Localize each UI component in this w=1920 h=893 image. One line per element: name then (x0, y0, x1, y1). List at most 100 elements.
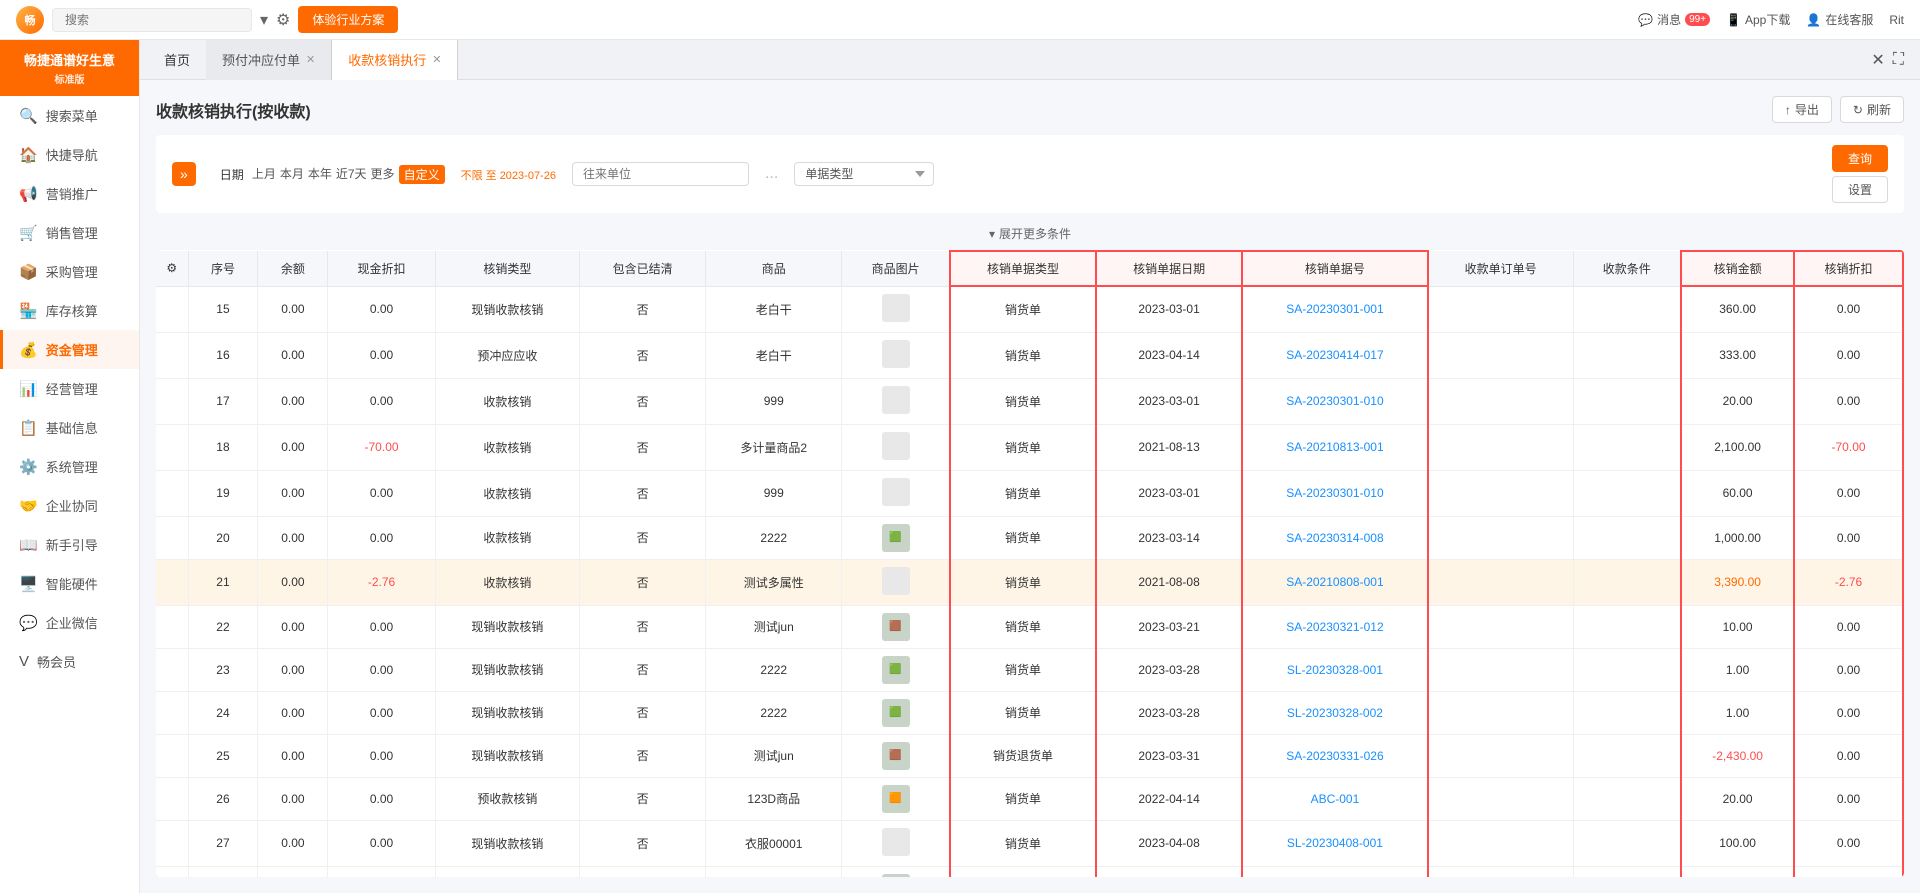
goods-image: 🟩 (882, 874, 910, 878)
bill-no-link[interactable]: SA-20230414-017 (1286, 348, 1383, 362)
td-no: 16 (188, 332, 258, 378)
td-bill-date: 2021-08-13 (1096, 424, 1242, 470)
td-included: 否 (580, 378, 706, 424)
filter-billtype-select[interactable]: 单据类型 (794, 162, 934, 186)
sidebar-item-label: 智能硬件 (46, 574, 98, 593)
tab-bar-actions: ✕ ⛶ (1871, 50, 1912, 70)
sidebar-item-vip[interactable]: V 畅会员 (0, 642, 139, 681)
sidebar-item-basic[interactable]: 📋 基础信息 (0, 408, 139, 447)
bill-no-link[interactable]: SL-20230408-001 (1287, 836, 1383, 850)
filter-date-this-month[interactable]: 本月 (280, 165, 304, 184)
th-bill-date: 核销单据日期 (1096, 251, 1242, 286)
solution-button[interactable]: 体验行业方案 (298, 6, 398, 33)
tab-receive-close[interactable]: ✕ (432, 53, 441, 66)
td-receipt-condition (1573, 734, 1681, 777)
bill-no-link[interactable]: SA-20210813-001 (1286, 440, 1383, 454)
filter-date-more[interactable]: 更多 (371, 165, 395, 184)
sidebar-item-finance[interactable]: 💰 资金管理 (0, 330, 139, 369)
expand-window-button[interactable]: ⛶ (1893, 50, 1904, 70)
td-bill-type: 销货单 (950, 691, 1096, 734)
sidebar-item-inventory[interactable]: 🏪 库存核算 (0, 291, 139, 330)
tab-prepay[interactable]: 预付冲应付单 ✕ (206, 40, 332, 80)
sidebar-item-label: 库存核算 (46, 301, 98, 320)
sidebar-item-enterprise[interactable]: 🤝 企业协同 (0, 486, 139, 525)
sidebar-item-label: 资金管理 (46, 340, 98, 359)
bill-no-link[interactable]: SA-20230331-026 (1286, 749, 1383, 763)
sidebar-item-wechat[interactable]: 💬 企业微信 (0, 603, 139, 642)
tab-home[interactable]: 首页 (148, 40, 206, 80)
bill-no-link[interactable]: SA-20230301-010 (1286, 394, 1383, 408)
online-service-button[interactable]: 👤 在线客服 (1806, 11, 1873, 28)
td-bill-date: 2023-04-18 (1096, 866, 1242, 877)
th-settings[interactable]: ⚙ (156, 251, 188, 286)
sidebar-item-purchase[interactable]: 📦 采购管理 (0, 252, 139, 291)
filter-date-this-year[interactable]: 本年 (308, 165, 332, 184)
search-input[interactable] (52, 8, 252, 32)
bill-no-link[interactable]: SA-20230321-012 (1286, 620, 1383, 634)
filter-unit-input[interactable] (572, 162, 749, 186)
filter-date-last-month[interactable]: 上月 (252, 165, 276, 184)
refresh-button[interactable]: ↻ 刷新 (1840, 96, 1904, 123)
td-included: 否 (580, 332, 706, 378)
td-bill-date: 2023-03-31 (1096, 734, 1242, 777)
export-icon: ↑ (1785, 103, 1791, 117)
close-all-tabs-button[interactable]: ✕ (1871, 50, 1884, 70)
sidebar-item-guide[interactable]: 📖 新手引导 (0, 525, 139, 564)
sidebar-item-hardware[interactable]: 🖥️ 智能硬件 (0, 564, 139, 603)
td-writeoff-amount: 20.00 (1681, 777, 1794, 820)
td-included: 否 (580, 648, 706, 691)
goods-image: 🟩 (882, 656, 910, 684)
chevron-down-icon: ▾ (989, 227, 995, 241)
bill-no-link[interactable]: SA-20230301-001 (1286, 302, 1383, 316)
export-button[interactable]: ↑ 导出 (1772, 96, 1832, 123)
td-writeoff-amount: 1.00 (1681, 648, 1794, 691)
enterprise-icon: 🤝 (19, 497, 38, 515)
table-row: 25 0.00 0.00 现销收款核销 否 测试jun 🟫 销货退货单 2023… (156, 734, 1903, 777)
tab-prepay-close[interactable]: ✕ (306, 53, 315, 66)
td-no: 24 (188, 691, 258, 734)
td-receipt-order-no (1428, 866, 1573, 877)
bill-no-link[interactable]: SA-20210808-001 (1286, 575, 1383, 589)
sidebar-item-label: 快捷导航 (46, 145, 98, 164)
td-settings (156, 378, 188, 424)
user-name[interactable]: Rit (1889, 13, 1904, 27)
td-bill-no: SA-20230301-010 (1242, 470, 1428, 516)
td-no: 23 (188, 648, 258, 691)
td-receipt-condition (1573, 286, 1681, 332)
message-button[interactable]: 💬 消息 99+ (1638, 11, 1710, 28)
bill-no-link[interactable]: SA-20230301-010 (1286, 486, 1383, 500)
td-goods-img: 🟫 (842, 734, 950, 777)
setting-button[interactable]: 设置 (1832, 176, 1888, 203)
bill-no-link[interactable]: SA-20230314-008 (1286, 531, 1383, 545)
td-receipt-condition (1573, 559, 1681, 605)
sidebar-item-sales[interactable]: 🛒 销售管理 (0, 213, 139, 252)
sidebar-item-label: 新手引导 (46, 535, 98, 554)
purchase-icon: 📦 (19, 263, 38, 281)
expand-more-conditions[interactable]: ▾ 展开更多条件 (156, 221, 1904, 246)
gear-icon[interactable]: ⚙ (276, 10, 290, 30)
bill-no-link[interactable]: ABC-001 (1311, 792, 1360, 806)
td-goods-img (842, 470, 950, 516)
tab-receive[interactable]: 收款核销执行 ✕ (332, 40, 458, 80)
td-cash-discount: 0.00 (328, 820, 435, 866)
bill-no-link[interactable]: SL-20230328-001 (1287, 663, 1383, 677)
app-download-button[interactable]: 📱 App下载 (1726, 11, 1790, 28)
td-balance: 0.00 (258, 605, 328, 648)
filter-date-7days[interactable]: 近7天 (336, 165, 367, 184)
table-header: ⚙ 序号 余额 现金折扣 核销类型 包含已结清 商品 商品图片 核销单据类型 核… (156, 251, 1903, 286)
sidebar-item-system[interactable]: ⚙️ 系统管理 (0, 447, 139, 486)
sidebar-item-search[interactable]: 🔍 搜索菜单 (0, 96, 139, 135)
td-balance: 0.00 (258, 691, 328, 734)
sidebar-item-marketing[interactable]: 📢 营销推广 (0, 174, 139, 213)
filter-toggle-button[interactable]: » (172, 162, 196, 186)
query-button[interactable]: 查询 (1832, 145, 1888, 172)
sidebar-item-quick[interactable]: 🏠 快捷导航 (0, 135, 139, 174)
td-balance: 0.00 (258, 866, 328, 877)
table-row: 20 0.00 0.00 收款核销 否 2222 🟩 销货单 2023-03-1… (156, 516, 1903, 559)
td-writeoff-amount: 333.00 (1681, 332, 1794, 378)
bill-no-link[interactable]: SL-20230328-002 (1287, 706, 1383, 720)
td-bill-type: 销货单 (950, 378, 1096, 424)
filter-date-custom[interactable]: 自定义 (399, 165, 445, 184)
chevron-down-icon[interactable]: ▾ (260, 10, 268, 30)
sidebar-item-operation[interactable]: 📊 经营管理 (0, 369, 139, 408)
